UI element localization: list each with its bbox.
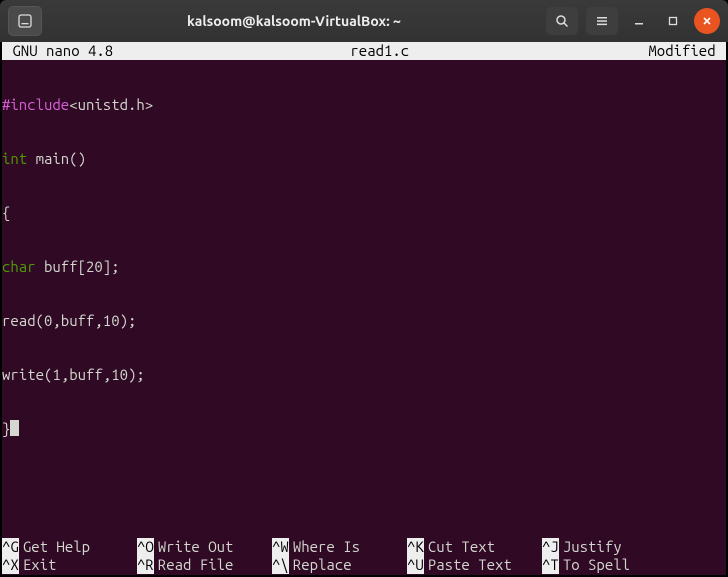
text-cursor — [10, 420, 19, 436]
titlebar: kalsoom@kalsoom-VirtualBox: ~ — [0, 0, 728, 42]
window-title: kalsoom@kalsoom-VirtualBox: ~ — [50, 13, 538, 29]
code-line: read(0,buff,10); — [2, 312, 726, 330]
help-get-help: ^GGet Help — [2, 538, 137, 556]
close-icon — [701, 15, 713, 27]
nano-filename: read1.c — [117, 42, 642, 60]
help-to-spell: ^TTo Spell — [542, 556, 677, 574]
help-justify: ^JJustify — [542, 538, 677, 556]
maximize-button[interactable] — [660, 8, 686, 34]
help-row: ^XExit ^RRead File ^\Replace ^UPaste Tex… — [2, 556, 726, 574]
close-button[interactable] — [694, 8, 720, 34]
new-tab-button[interactable] — [8, 6, 42, 36]
search-icon — [555, 14, 569, 28]
code-line: char buff[20]; — [2, 258, 726, 276]
code-line: write(1,buff,10); — [2, 366, 726, 384]
code-line: int main() — [2, 150, 726, 168]
type-token: int — [2, 150, 27, 167]
code-editor-content[interactable]: #include<unistd.h> int main() { char buf… — [2, 60, 726, 474]
terminal-tab-icon — [18, 14, 32, 28]
code-line: #include<unistd.h> — [2, 96, 726, 114]
minimize-icon — [633, 15, 645, 27]
nano-version: GNU nano 4.8 — [2, 42, 117, 60]
help-where-is: ^WWhere Is — [272, 538, 407, 556]
terminal-area[interactable]: GNU nano 4.8 read1.c Modified #include<u… — [2, 42, 726, 575]
help-cut-text: ^KCut Text — [407, 538, 542, 556]
help-row: ^GGet Help ^OWrite Out ^WWhere Is ^KCut … — [2, 538, 726, 556]
hamburger-icon — [595, 14, 609, 28]
help-write-out: ^OWrite Out — [137, 538, 272, 556]
nano-modified-flag: Modified — [642, 42, 726, 60]
search-button[interactable] — [546, 7, 578, 35]
nano-help-bar: ^GGet Help ^OWrite Out ^WWhere Is ^KCut … — [2, 538, 726, 575]
preproc-token: #include — [2, 96, 69, 113]
help-replace: ^\Replace — [272, 556, 407, 574]
minimize-button[interactable] — [626, 8, 652, 34]
help-paste-text: ^UPaste Text — [407, 556, 542, 574]
help-read-file: ^RRead File — [137, 556, 272, 574]
nano-status-bar: GNU nano 4.8 read1.c Modified — [2, 42, 726, 60]
code-line: { — [2, 204, 726, 222]
maximize-icon — [667, 15, 679, 27]
help-exit: ^XExit — [2, 556, 137, 574]
type-token: char — [2, 258, 36, 275]
code-line: } — [2, 420, 726, 438]
menu-button[interactable] — [586, 7, 618, 35]
